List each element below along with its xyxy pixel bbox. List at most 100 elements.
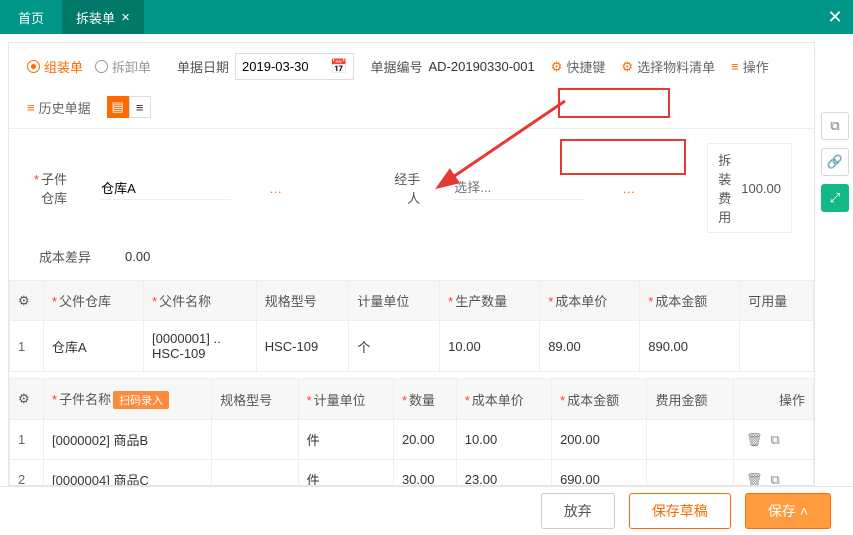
radio-icon bbox=[27, 60, 40, 73]
cell-unit[interactable]: 件 bbox=[298, 420, 393, 460]
cell-spec[interactable] bbox=[212, 420, 299, 460]
cell-unit-cost[interactable]: 89.00 bbox=[540, 321, 640, 372]
gear-icon: ⚙ bbox=[551, 59, 563, 75]
rail-expand-button[interactable]: ⤢ bbox=[821, 184, 849, 212]
handler-input[interactable] bbox=[454, 176, 584, 200]
cell-unit[interactable]: 个 bbox=[349, 321, 440, 372]
shortcut-link[interactable]: ⚙快捷键 bbox=[551, 57, 606, 76]
th-unit-cost[interactable]: 成本单价 bbox=[540, 281, 640, 321]
cell-unit-cost[interactable]: 10.00 bbox=[456, 420, 551, 460]
docno-field: 单据编号 AD-20190330-001 bbox=[370, 57, 534, 76]
gear-header[interactable]: ⚙ bbox=[10, 379, 44, 420]
calendar-icon[interactable]: 📅 bbox=[330, 58, 347, 75]
sub-warehouse-input[interactable] bbox=[101, 176, 231, 200]
history-link[interactable]: ≡ 历史单据 bbox=[27, 98, 91, 117]
cell-op: 🗑⧉ bbox=[734, 460, 814, 487]
date-label: 单据日期 bbox=[177, 57, 229, 76]
th-op[interactable]: 操作 bbox=[734, 379, 814, 420]
th-available[interactable]: 可用量 bbox=[740, 281, 814, 321]
tab-active[interactable]: 拆装单 ✕ bbox=[62, 0, 144, 34]
table-row[interactable]: 1 [0000002] 商品B 件 20.00 10.00 200.00 🗑⧉ bbox=[10, 420, 814, 460]
sub-warehouse-picker-icon[interactable]: … bbox=[265, 181, 286, 196]
th-qty[interactable]: 数量 bbox=[393, 379, 456, 420]
th-qty[interactable]: 生产数量 bbox=[440, 281, 540, 321]
mode-radio-group: 组装单 拆卸单 bbox=[27, 57, 151, 76]
scan-badge[interactable]: 扫码录入 bbox=[113, 391, 169, 409]
cell-name[interactable]: [0000001] ..HSC-109 bbox=[144, 321, 257, 372]
radio-assemble[interactable]: 组装单 bbox=[27, 57, 83, 76]
cell-fee[interactable] bbox=[647, 460, 734, 487]
view-list-button[interactable]: ≡ bbox=[129, 96, 151, 118]
th-spec[interactable]: 规格型号 bbox=[256, 281, 349, 321]
rail-link-button[interactable]: 🔗 bbox=[821, 148, 849, 176]
select-bom-link[interactable]: ⚙选择物料清单 bbox=[621, 57, 715, 76]
cell-unit[interactable]: 件 bbox=[298, 460, 393, 487]
th-spec[interactable]: 规格型号 bbox=[212, 379, 299, 420]
delete-icon[interactable]: 🗑 bbox=[746, 472, 763, 487]
view-grid-button[interactable]: ▤ bbox=[107, 96, 129, 118]
discard-button[interactable]: 放弃 bbox=[541, 493, 615, 529]
gear-header[interactable]: ⚙ bbox=[10, 281, 44, 321]
th-child-name[interactable]: 子件名称扫码录入 bbox=[44, 379, 212, 420]
cell-amount[interactable]: 690.00 bbox=[552, 460, 647, 487]
cell-spec[interactable]: HSC-109 bbox=[256, 321, 349, 372]
th-unit[interactable]: 计量单位 bbox=[298, 379, 393, 420]
top-tabs: 首页 拆装单 ✕ ✕ bbox=[0, 0, 853, 34]
handler-picker-icon[interactable]: … bbox=[618, 181, 639, 196]
gear-icon: ⚙ bbox=[621, 59, 633, 75]
cell-op: 🗑⧉ bbox=[734, 420, 814, 460]
tab-active-label: 拆装单 bbox=[76, 8, 115, 27]
list-icon: ≡ bbox=[27, 100, 35, 115]
operate-link[interactable]: ≡ 操作 bbox=[731, 57, 769, 76]
row-index: 1 bbox=[10, 321, 44, 372]
list-icon: ≡ bbox=[731, 59, 739, 74]
copy-row-icon[interactable]: ⧉ bbox=[771, 432, 780, 447]
date-picker[interactable]: 📅 bbox=[235, 53, 354, 80]
th-parent-wh[interactable]: 父件仓库 bbox=[44, 281, 144, 321]
fee-box[interactable]: 拆装费用 100.00 bbox=[707, 143, 792, 233]
cell-amount[interactable]: 200.00 bbox=[552, 420, 647, 460]
rail-copy-button[interactable]: ⧉ bbox=[821, 112, 849, 140]
th-amount[interactable]: 成本金额 bbox=[552, 379, 647, 420]
operate-label: 操作 bbox=[743, 57, 769, 76]
cell-name[interactable]: [0000002] 商品B bbox=[44, 420, 212, 460]
th-parent-name[interactable]: 父件名称 bbox=[144, 281, 257, 321]
copy-row-icon[interactable]: ⧉ bbox=[771, 472, 780, 487]
th-amount[interactable]: 成本金额 bbox=[640, 281, 740, 321]
window-close-button[interactable]: ✕ bbox=[817, 0, 853, 34]
radio-disassemble-label: 拆卸单 bbox=[112, 57, 151, 76]
cell-amount[interactable]: 890.00 bbox=[640, 321, 740, 372]
cell-qty[interactable]: 10.00 bbox=[440, 321, 540, 372]
cell-available[interactable] bbox=[740, 321, 814, 372]
parent-table: ⚙ 父件仓库 父件名称 规格型号 计量单位 生产数量 成本单价 成本金额 可用量… bbox=[9, 280, 814, 372]
cost-diff-value: 0.00 bbox=[125, 249, 150, 264]
cell-name[interactable]: [0000004] 商品C bbox=[44, 460, 212, 487]
table-row[interactable]: 1 仓库A [0000001] ..HSC-109 HSC-109 个 10.0… bbox=[10, 321, 814, 372]
row-index: 1 bbox=[10, 420, 44, 460]
date-input[interactable] bbox=[242, 59, 324, 74]
history-label: 历史单据 bbox=[39, 98, 91, 117]
tab-home[interactable]: 首页 bbox=[0, 0, 62, 34]
cell-fee[interactable] bbox=[647, 420, 734, 460]
shortcut-label: 快捷键 bbox=[566, 57, 605, 76]
cell-spec[interactable] bbox=[212, 460, 299, 487]
radio-disassemble[interactable]: 拆卸单 bbox=[95, 57, 151, 76]
th-unit-cost[interactable]: 成本单价 bbox=[456, 379, 551, 420]
row-index: 2 bbox=[10, 460, 44, 487]
save-button[interactable]: 保存˄ bbox=[745, 493, 831, 529]
cell-wh[interactable]: 仓库A bbox=[44, 321, 144, 372]
tab-close-icon[interactable]: ✕ bbox=[121, 11, 130, 24]
delete-icon[interactable]: 🗑 bbox=[746, 432, 763, 447]
th-fee[interactable]: 费用金额 bbox=[647, 379, 734, 420]
cell-unit-cost[interactable]: 23.00 bbox=[456, 460, 551, 487]
view-toggle: ▤ ≡ bbox=[107, 96, 151, 118]
table-row[interactable]: 2 [0000004] 商品C 件 30.00 23.00 690.00 🗑⧉ bbox=[10, 460, 814, 487]
content-panel: 组装单 拆卸单 单据日期 📅 单据编号 AD-20190330-001 ⚙快捷键 bbox=[8, 42, 815, 486]
th-unit[interactable]: 计量单位 bbox=[349, 281, 440, 321]
cell-qty[interactable]: 20.00 bbox=[393, 420, 456, 460]
form-row-1: 子件仓库 … 经手人 … 拆装费用 100.00 bbox=[9, 129, 814, 247]
cell-qty[interactable]: 30.00 bbox=[393, 460, 456, 487]
save-draft-button[interactable]: 保存草稿 bbox=[629, 493, 731, 529]
select-bom-label: 选择物料清单 bbox=[637, 57, 715, 76]
side-rail: ⧉ 🔗 ⤢ bbox=[821, 112, 849, 212]
